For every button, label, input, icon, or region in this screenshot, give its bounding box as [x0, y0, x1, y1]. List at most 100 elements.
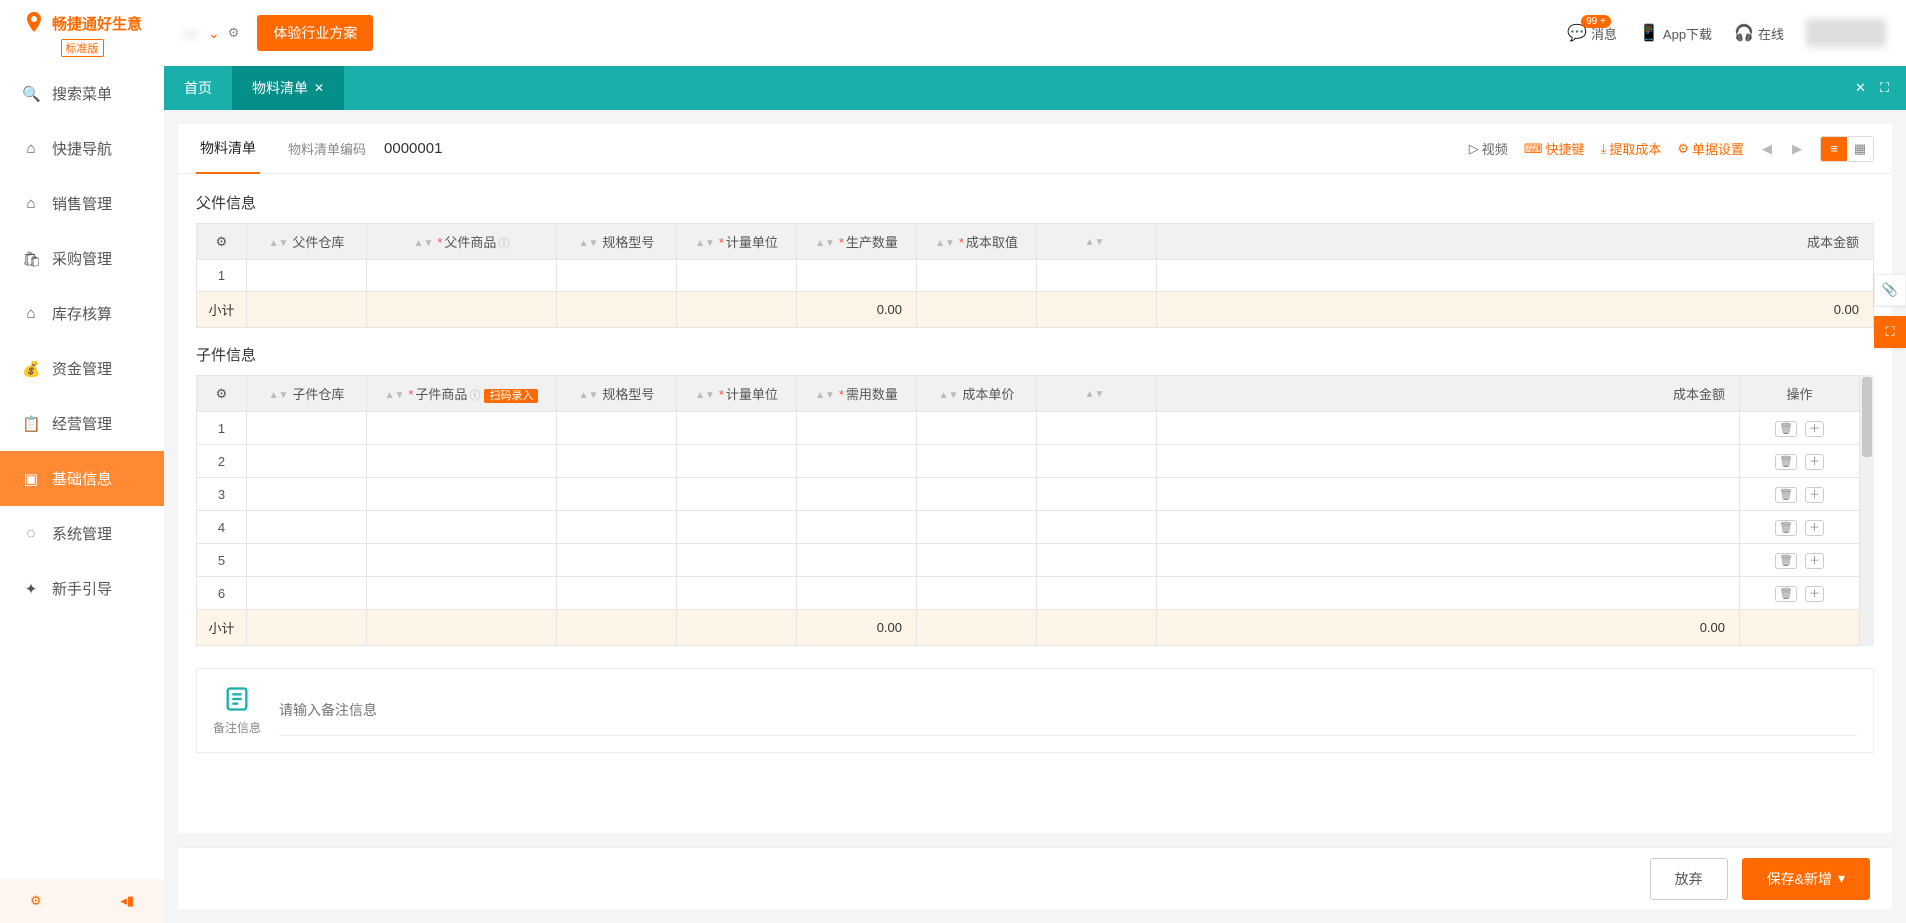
add-row-icon[interactable]: ＋	[1805, 553, 1824, 569]
trial-button[interactable]: 体验行业方案	[257, 15, 373, 51]
sidebar-item-label: 系统管理	[52, 523, 112, 544]
col-parent-amount[interactable]: 成本金额	[1157, 224, 1874, 260]
child-row[interactable]: 6🗑＋	[197, 577, 1860, 610]
delete-row-icon[interactable]: 🗑	[1775, 454, 1797, 470]
child-table-scrollbar[interactable]	[1860, 375, 1874, 646]
next-arrow-icon[interactable]: ▶	[1790, 141, 1804, 157]
sidebar-item-5[interactable]: 💰资金管理	[0, 341, 164, 396]
parent-subtotal-label: 小计	[197, 292, 247, 328]
col-child-unit[interactable]: ▲▼*计量单位	[677, 376, 797, 412]
gear-header[interactable]: ⚙	[197, 376, 247, 412]
info-icon[interactable]: ⓘ	[498, 238, 509, 250]
doc-setting-link[interactable]: ⚙单据设置	[1677, 139, 1744, 158]
child-subtotal-row: 小计 0.00 0.00	[197, 610, 1860, 646]
fullscreen-icon[interactable]: ⛶	[1874, 316, 1906, 348]
collapse-icon[interactable]: ◂▮	[120, 893, 134, 909]
child-row[interactable]: 1🗑＋	[197, 412, 1860, 445]
col-child-price[interactable]: ▲▼成本单价	[917, 376, 1037, 412]
sidebar-item-7[interactable]: ▣基础信息	[0, 451, 164, 506]
remark-input[interactable]	[279, 685, 1857, 736]
col-child-warehouse[interactable]: ▲▼子件仓库	[247, 376, 367, 412]
col-parent-product[interactable]: ▲▼*父件商品ⓘ	[367, 224, 557, 260]
delete-row-icon[interactable]: 🗑	[1775, 487, 1797, 503]
brand-edition: 标准版	[61, 39, 104, 57]
shortcut-link[interactable]: ⌨快捷键	[1524, 139, 1585, 158]
sidebar-item-6[interactable]: 📋经营管理	[0, 396, 164, 451]
add-row-icon[interactable]: ＋	[1805, 421, 1824, 437]
child-subtotal-qty: 0.00	[797, 610, 917, 646]
page-tab-bom[interactable]: 物料清单	[196, 124, 260, 174]
company-selector[interactable]: — ⌄	[184, 25, 220, 42]
add-row-icon[interactable]: ＋	[1805, 487, 1824, 503]
sidebar-item-label: 快捷导航	[52, 138, 112, 159]
expand-icon[interactable]: ⛶	[1877, 77, 1892, 99]
child-row[interactable]: 2🗑＋	[197, 445, 1860, 478]
attachment-icon[interactable]: 📎	[1874, 274, 1906, 306]
support-label: 在线	[1758, 24, 1784, 43]
col-parent-qty[interactable]: ▲▼*生产数量	[797, 224, 917, 260]
tab-home[interactable]: 首页	[164, 66, 232, 110]
sidebar-item-8[interactable]: ◌系统管理	[0, 506, 164, 561]
row-index: 5	[197, 544, 247, 577]
row-ops: 🗑＋	[1740, 577, 1860, 610]
app-download-link[interactable]: 📱 App下载	[1639, 23, 1712, 43]
extract-cost-link[interactable]: ⤓提取成本	[1601, 139, 1662, 158]
prev-arrow-icon[interactable]: ◀	[1760, 141, 1774, 157]
sidebar-item-4[interactable]: ⌂库存核算	[0, 286, 164, 341]
user-avatar[interactable]	[1806, 19, 1886, 47]
tab-home-label: 首页	[184, 78, 212, 98]
keyboard-icon: ⌨	[1524, 141, 1543, 157]
save-new-button[interactable]: 保存&新增▾	[1742, 858, 1870, 900]
headset-icon: 🎧	[1734, 23, 1754, 43]
row-ops: 🗑＋	[1740, 445, 1860, 478]
gear-header[interactable]: ⚙	[197, 224, 247, 260]
support-link[interactable]: 🎧 在线	[1734, 23, 1784, 43]
sidebar-item-9[interactable]: ✦新手引导	[0, 561, 164, 616]
add-row-icon[interactable]: ＋	[1805, 454, 1824, 470]
child-row[interactable]: 5 🗑 ＋	[197, 544, 1860, 577]
sidebar-item-label: 资金管理	[52, 358, 112, 379]
sidebar-item-label: 搜索菜单	[52, 83, 112, 104]
delete-row-icon[interactable]: 🗑	[1775, 553, 1797, 569]
add-row-icon[interactable]: ＋	[1805, 520, 1824, 536]
discard-button[interactable]: 放弃	[1650, 858, 1728, 900]
parent-row[interactable]: 1	[197, 260, 1874, 292]
add-row-icon[interactable]: ＋	[1805, 586, 1824, 602]
close-all-icon[interactable]: ✕	[1852, 77, 1869, 99]
col-child-amount[interactable]: 成本金额	[1157, 376, 1740, 412]
col-parent-cost-src[interactable]: ▲▼*成本取值	[917, 224, 1037, 260]
sidebar-item-label: 经营管理	[52, 413, 112, 434]
video-link[interactable]: ▷视频	[1469, 139, 1508, 158]
sidebar-item-1[interactable]: ⌂快捷导航	[0, 121, 164, 176]
col-child-qty[interactable]: ▲▼*需用数量	[797, 376, 917, 412]
logo: 畅捷通好生意 标准版	[0, 0, 164, 66]
col-child-product[interactable]: ▲▼*子件商品ⓘ扫码录入	[367, 376, 557, 412]
col-child-spec[interactable]: ▲▼规格型号	[557, 376, 677, 412]
tab-bom[interactable]: 物料清单 ✕	[232, 66, 344, 110]
settings-icon[interactable]: ⚙	[220, 25, 248, 41]
sidebar-item-3[interactable]: 🛍采购管理	[0, 231, 164, 286]
child-subtotal-label: 小计	[197, 610, 247, 646]
col-parent-unit[interactable]: ▲▼*计量单位	[677, 224, 797, 260]
messages-link[interactable]: 💬 消息 99 +	[1567, 23, 1617, 43]
child-row[interactable]: 3🗑＋	[197, 478, 1860, 511]
delete-row-icon[interactable]: 🗑	[1775, 421, 1797, 437]
sidebar-item-0[interactable]: 🔍搜索菜单	[0, 66, 164, 121]
sidebar-item-2[interactable]: ⌂销售管理	[0, 176, 164, 231]
bom-code-value: 0000001	[384, 140, 442, 157]
col-parent-warehouse[interactable]: ▲▼父件仓库	[247, 224, 367, 260]
app-header: 畅捷通好生意 标准版 — ⌄ ⚙ 体验行业方案 💬 消息 99 + 📱 App下…	[0, 0, 1906, 66]
col-child-blank[interactable]: ▲▼	[1037, 376, 1157, 412]
delete-row-icon[interactable]: 🗑	[1775, 586, 1797, 602]
child-row[interactable]: 4🗑＋	[197, 511, 1860, 544]
col-parent-blank[interactable]: ▲▼	[1037, 224, 1157, 260]
view-grid-icon[interactable]: ▦	[1847, 137, 1873, 161]
delete-row-icon[interactable]: 🗑	[1775, 520, 1797, 536]
view-list-icon[interactable]: ≡	[1821, 137, 1847, 161]
info-icon[interactable]: ⓘ	[469, 390, 480, 402]
scan-input-tag[interactable]: 扫码录入	[484, 389, 538, 403]
gear-icon[interactable]: ⚙	[30, 893, 42, 909]
close-icon[interactable]: ✕	[314, 81, 324, 95]
remark-section: 备注信息	[196, 668, 1874, 753]
col-parent-spec[interactable]: ▲▼规格型号	[557, 224, 677, 260]
